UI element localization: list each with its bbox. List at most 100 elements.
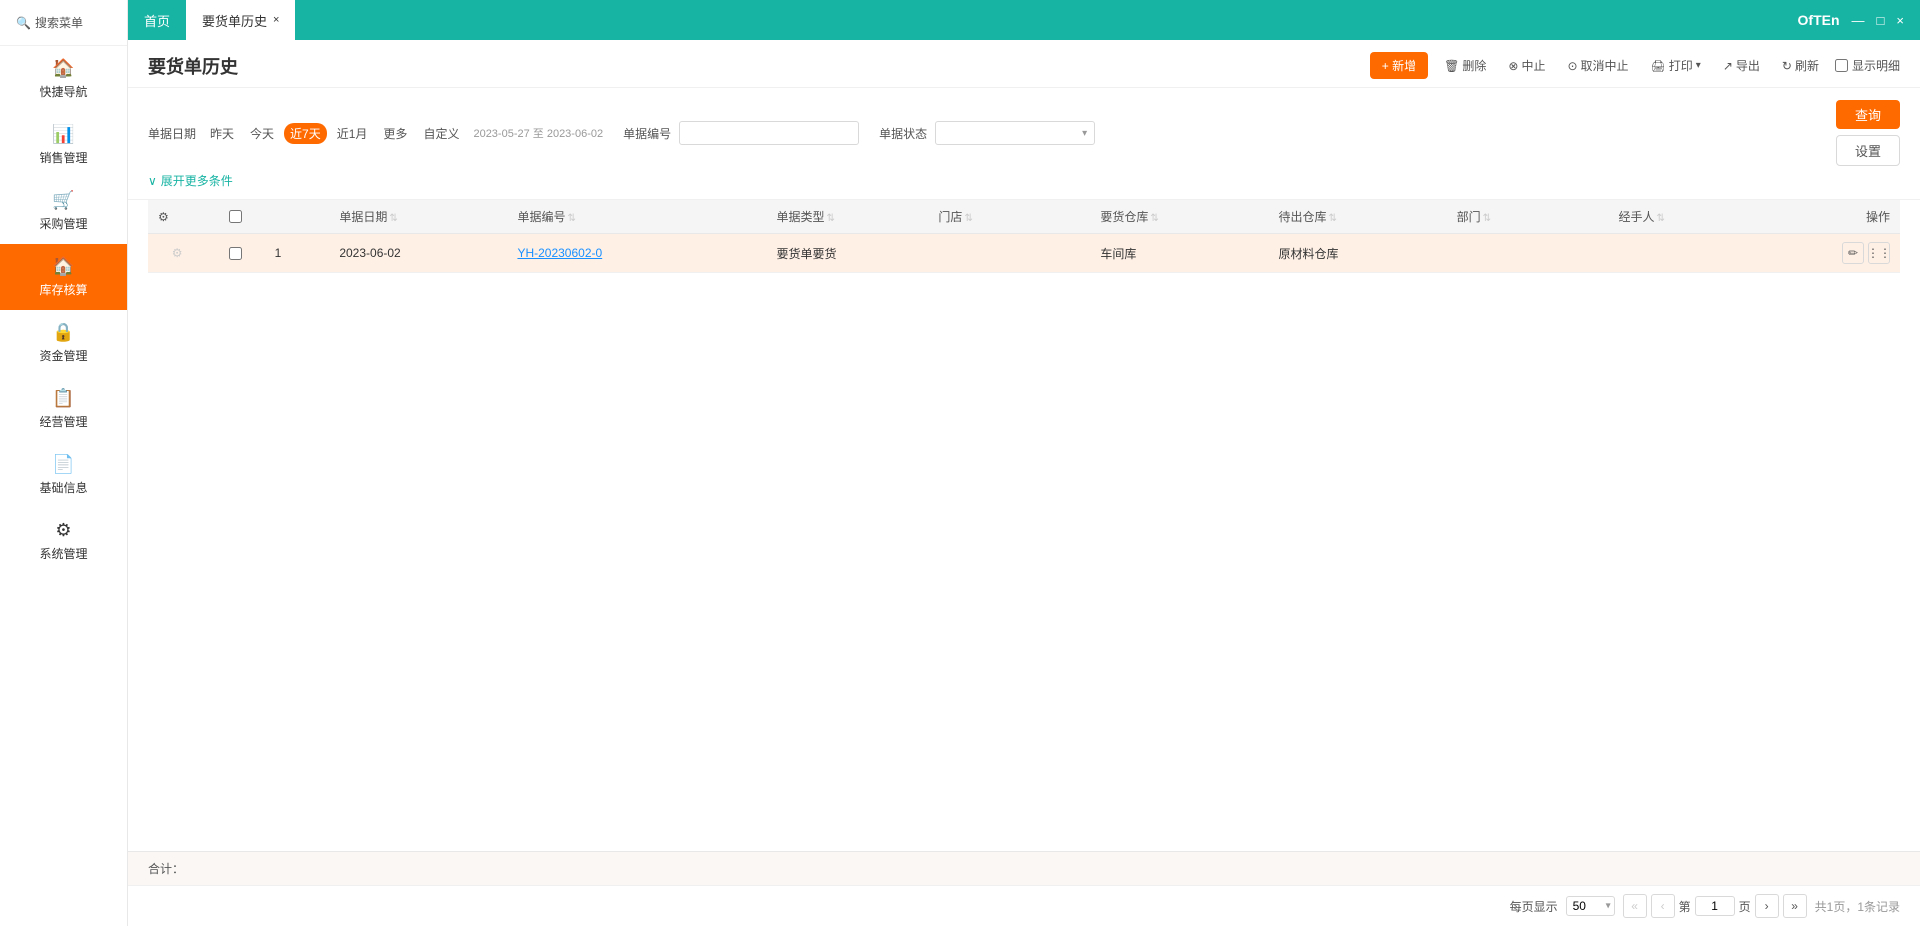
display-detail-label: 显示明细 — [1852, 57, 1900, 74]
search-icon: 🔍 — [16, 16, 31, 30]
row-billno-link[interactable]: YH-20230602-0 — [517, 246, 602, 260]
sort-type-icon[interactable]: ⇅ — [827, 213, 835, 224]
cancel-stop-icon: ⊙ — [1567, 59, 1577, 73]
row-edit-icon[interactable]: ✏ — [1842, 242, 1864, 264]
status-filter-group: 单据状态 ▾ — [879, 121, 1095, 145]
th-handler: 经手人⇅ — [1608, 200, 1770, 234]
sidebar-item-sales[interactable]: 📊 销售管理 — [0, 112, 127, 178]
select-all-checkbox[interactable] — [229, 210, 242, 223]
sidebar-item-base-info[interactable]: 📄 基础信息 — [0, 442, 127, 508]
row-delete-icon[interactable]: ⋮⋮ — [1868, 242, 1890, 264]
row-pend-wh: 原材料仓库 — [1268, 234, 1446, 273]
date-shortcut-today[interactable]: 今天 — [244, 123, 280, 144]
expand-more-btn[interactable]: ∨ 展开更多条件 — [148, 166, 1900, 195]
sidebar-item-purchase[interactable]: 🛒 采购管理 — [0, 178, 127, 244]
sort-date-icon[interactable]: ⇅ — [389, 213, 397, 224]
finance-icon: 🔒 — [52, 322, 74, 343]
status-select[interactable] — [935, 121, 1095, 145]
row-ops: ✏ ⋮⋮ — [1770, 234, 1900, 273]
print-dropdown-icon: ▾ — [1696, 60, 1701, 71]
date-shortcut-custom[interactable]: 自定义 — [417, 123, 465, 144]
sort-handler-icon[interactable]: ⇅ — [1657, 213, 1665, 224]
th-dept: 部门⇅ — [1447, 200, 1609, 234]
th-settings: ⚙ — [148, 200, 206, 234]
sidebar-search-btn[interactable]: 🔍 搜索菜单 — [8, 8, 119, 37]
new-button[interactable]: + 新增 — [1370, 52, 1428, 79]
export-icon: ↗ — [1723, 59, 1733, 73]
minimize-btn[interactable]: — — [1852, 13, 1865, 28]
th-check — [206, 200, 264, 234]
sidebar-label-inventory: 库存核算 — [39, 281, 87, 298]
row-type: 要货单要货 — [767, 234, 929, 273]
refresh-button[interactable]: ↻ 刷新 — [1776, 53, 1825, 78]
active-tab-label: 要货单历史 — [202, 11, 267, 30]
row-date: 2023-06-02 — [329, 234, 507, 273]
th-num — [265, 200, 330, 234]
page-number-input[interactable] — [1695, 896, 1735, 916]
system-icon: ⚙ — [55, 520, 71, 541]
cancel-stop-button[interactable]: ⊙ 取消中止 — [1561, 53, 1634, 78]
display-detail-toggle[interactable]: 显示明细 — [1835, 57, 1900, 74]
window-close-btn[interactable]: × — [1896, 13, 1904, 28]
row-checkbox[interactable] — [229, 247, 242, 260]
sort-billno-icon[interactable]: ⇅ — [567, 213, 575, 224]
display-detail-checkbox[interactable] — [1835, 59, 1848, 72]
close-tab-icon[interactable]: × — [273, 14, 279, 26]
billno-input[interactable] — [679, 121, 859, 145]
date-shortcut-yesterday[interactable]: 昨天 — [204, 123, 240, 144]
maximize-btn[interactable]: □ — [1877, 13, 1885, 28]
stop-icon: ⊗ — [1508, 59, 1518, 73]
content-area: 要货单历史 + 新增 🗑 删除 ⊗ 中止 ⊙ 取消中止 🖨 打印 — [128, 40, 1920, 926]
per-page-label: 每页显示 — [1510, 898, 1558, 915]
print-button[interactable]: 🖨 打印 ▾ — [1645, 53, 1707, 78]
row-dept — [1447, 234, 1609, 273]
sidebar-label-finance: 资金管理 — [39, 347, 87, 364]
tab-home[interactable]: 首页 — [128, 0, 186, 40]
stop-button[interactable]: ⊗ 中止 — [1502, 53, 1551, 78]
go-label: 第 — [1679, 898, 1691, 915]
sidebar-item-system[interactable]: ⚙ 系统管理 — [0, 508, 127, 574]
last-page-btn[interactable]: » — [1783, 894, 1807, 918]
sidebar-item-inventory[interactable]: 🏠 库存核算 — [0, 244, 127, 310]
date-shortcut-last_month[interactable]: 近1月 — [331, 123, 374, 144]
sidebar-item-quick-nav[interactable]: 🏠 快捷导航 — [0, 46, 127, 112]
th-pend-wh: 待出仓库⇅ — [1268, 200, 1446, 234]
date-filter-group: 单据日期 昨天今天近7天近1月更多自定义 2023-05-27 至 2023-0… — [148, 123, 603, 144]
base-info-icon: 📄 — [52, 454, 74, 475]
row-billno: YH-20230602-0 — [507, 234, 766, 273]
row-shop — [928, 234, 1090, 273]
page-size-select[interactable]: 102050100 — [1566, 896, 1615, 916]
page-title: 要货单历史 — [148, 53, 1370, 79]
toolbar: + 新增 🗑 删除 ⊗ 中止 ⊙ 取消中止 🖨 打印 ▾ — [1370, 52, 1900, 79]
sort-shop-icon[interactable]: ⇅ — [964, 213, 972, 224]
quick-nav-icon: 🏠 — [52, 58, 74, 79]
first-page-btn[interactable]: « — [1623, 894, 1647, 918]
next-page-btn[interactable]: › — [1755, 894, 1779, 918]
prev-page-btn[interactable]: ‹ — [1651, 894, 1675, 918]
row-settings-icon[interactable]: ⚙ — [148, 234, 206, 273]
search-button[interactable]: 查询 — [1836, 100, 1900, 129]
status-select-wrapper: ▾ — [935, 121, 1095, 145]
date-shortcut-more[interactable]: 更多 — [377, 123, 413, 144]
sidebar-item-finance[interactable]: 🔒 资金管理 — [0, 310, 127, 376]
delete-icon: 🗑 — [1444, 59, 1459, 73]
sort-dept-icon[interactable]: ⇅ — [1483, 213, 1491, 224]
data-table: ⚙ 单据日期⇅ 单据编号⇅ — [148, 200, 1900, 273]
page-header: 要货单历史 + 新增 🗑 删除 ⊗ 中止 ⊙ 取消中止 🖨 打印 — [128, 40, 1920, 88]
main-area: 首页 要货单历史 × OfTEn — □ × 要货单历史 + 新增 🗑 删除 ⊗ — [128, 0, 1920, 926]
sort-req-wh-icon[interactable]: ⇅ — [1150, 213, 1158, 224]
export-button[interactable]: ↗ 导出 — [1717, 53, 1766, 78]
sidebar-item-operation[interactable]: 📋 经营管理 — [0, 376, 127, 442]
th-billno: 单据编号⇅ — [507, 200, 766, 234]
table-header-row: ⚙ 单据日期⇅ 单据编号⇅ — [148, 200, 1900, 234]
filter-area: 单据日期 昨天今天近7天近1月更多自定义 2023-05-27 至 2023-0… — [128, 88, 1920, 200]
th-type: 单据类型⇅ — [767, 200, 929, 234]
date-shortcuts: 昨天今天近7天近1月更多自定义 — [204, 123, 465, 144]
tab-active[interactable]: 要货单历史 × — [186, 0, 295, 40]
settings-button[interactable]: 设置 — [1836, 135, 1900, 166]
sort-pend-wh-icon[interactable]: ⇅ — [1328, 213, 1336, 224]
footer-summary: 合计： — [128, 851, 1920, 885]
date-shortcut-last7[interactable]: 近7天 — [284, 123, 327, 144]
delete-button[interactable]: 🗑 删除 — [1438, 53, 1492, 78]
pagination: 每页显示 102050100 ▾ « ‹ 第 页 › » 共1页，1条记录 — [128, 885, 1920, 926]
